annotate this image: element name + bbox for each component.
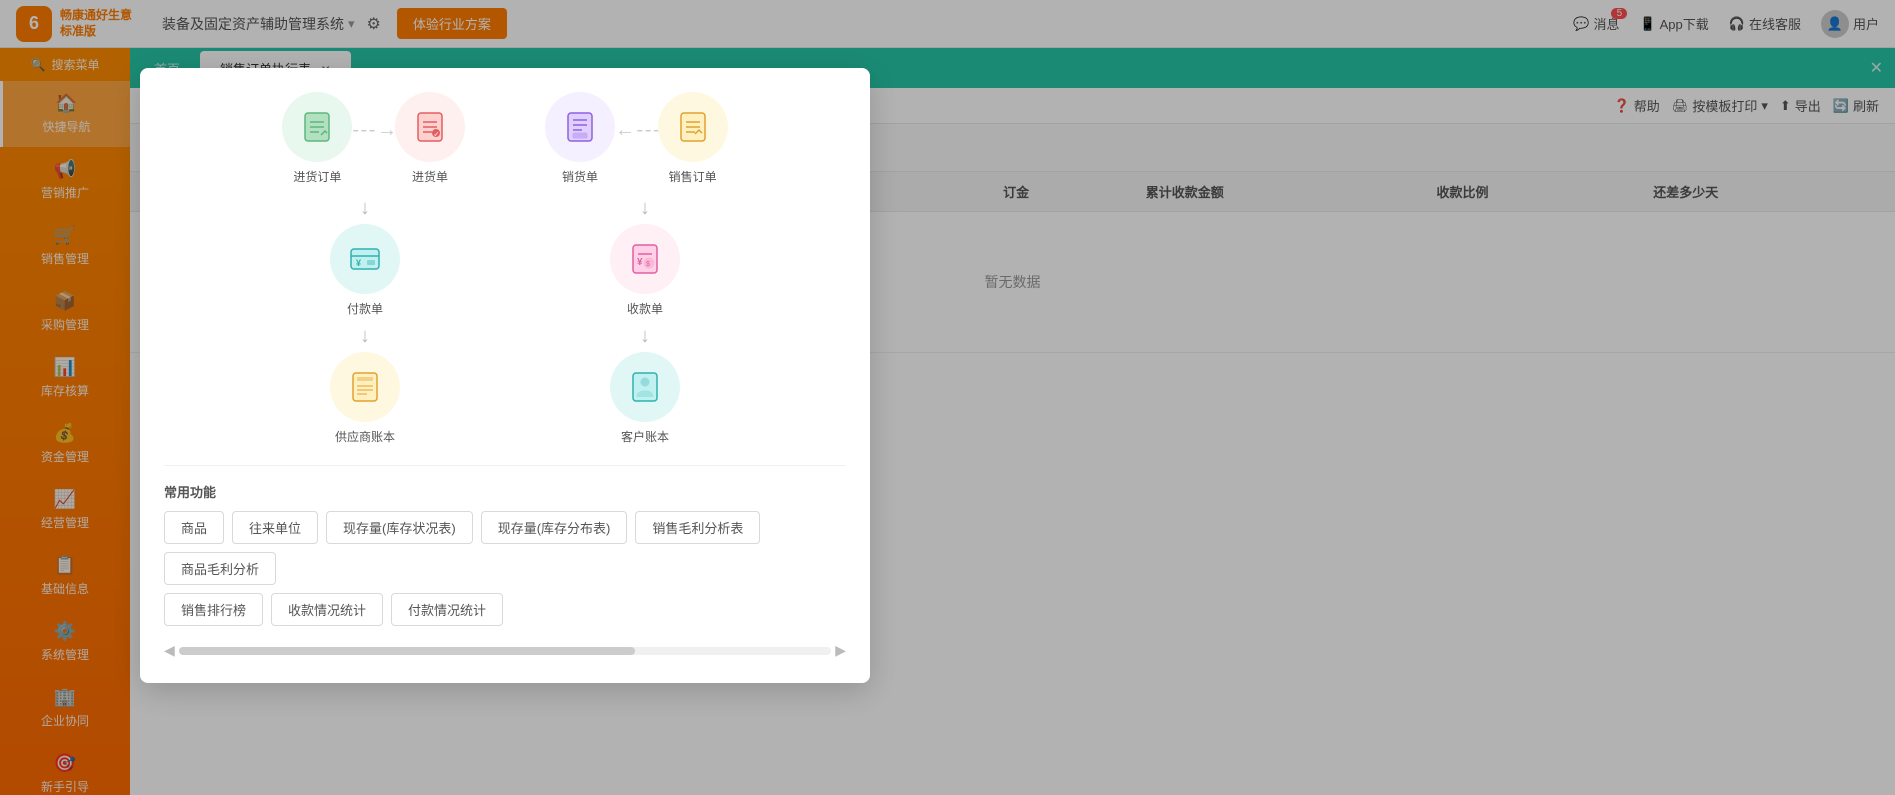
flow-top-row: 进货订单 - - - → ✓ 进货单 bbox=[164, 92, 846, 189]
func-btn-receipt-stats[interactable]: 收款情况统计 bbox=[271, 593, 383, 626]
modal-scrollbar[interactable]: ◀ ▶ bbox=[164, 642, 846, 659]
sales-order-label: 销售订单 bbox=[669, 168, 717, 185]
func-section: 常用功能 商品 往来单位 现存量(库存状况表) 现存量(库存分布表) 销售毛利分… bbox=[164, 465, 846, 626]
func-btn-goods-gross[interactable]: 商品毛利分析 bbox=[164, 552, 276, 585]
flow-node-payment-bill[interactable]: ¥ 付款单 bbox=[330, 224, 400, 317]
func-btn-stock-dist[interactable]: 现存量(库存分布表) bbox=[481, 511, 628, 544]
func-btn-payment-stats[interactable]: 付款情况统计 bbox=[391, 593, 503, 626]
flow-node-purchase-order[interactable]: 进货订单 bbox=[282, 92, 352, 185]
flow-node-receipt-bill[interactable]: ¥ $ 收款单 bbox=[610, 224, 680, 317]
receipt-bill-label: 收款单 bbox=[627, 300, 663, 317]
supplier-account-label: 供应商账本 bbox=[335, 428, 395, 445]
flow-node-sales-bill[interactable]: 销货单 bbox=[545, 92, 615, 185]
customer-account-label: 客户账本 bbox=[621, 428, 669, 445]
sales-bill-label: 销货单 bbox=[562, 168, 598, 185]
func-section-title: 常用功能 bbox=[164, 482, 846, 501]
purchase-order-label: 进货订单 bbox=[293, 168, 341, 185]
svg-text:✓: ✓ bbox=[434, 132, 440, 139]
svg-text:¥: ¥ bbox=[356, 258, 361, 268]
func-btn-stock-status[interactable]: 现存量(库存状况表) bbox=[326, 511, 473, 544]
func-btn-partner[interactable]: 往来单位 bbox=[232, 511, 318, 544]
flow-node-sales-order[interactable]: 销售订单 bbox=[658, 92, 728, 185]
func-btn-sales-rank[interactable]: 销售排行榜 bbox=[164, 593, 263, 626]
flow-node-purchase-bill[interactable]: ✓ 进货单 bbox=[395, 92, 465, 185]
func-buttons-row1: 商品 往来单位 现存量(库存状况表) 现存量(库存分布表) 销售毛利分析表 商品… bbox=[164, 511, 846, 585]
purchase-bill-label: 进货单 bbox=[412, 168, 448, 185]
flow-node-supplier-account[interactable]: 供应商账本 bbox=[330, 352, 400, 445]
payment-bill-label: 付款单 bbox=[347, 300, 383, 317]
scrollbar-thumb[interactable] bbox=[179, 647, 636, 655]
flow-bottom-row: 供应商账本 客户账本 bbox=[164, 352, 846, 449]
purchase-order-icon bbox=[282, 92, 352, 162]
flow-modal: 进货订单 - - - → ✓ 进货单 bbox=[140, 68, 870, 683]
func-btn-sales-gross[interactable]: 销售毛利分析表 bbox=[635, 511, 760, 544]
func-buttons-row2: 销售排行榜 收款情况统计 付款情况统计 bbox=[164, 593, 846, 626]
flow-middle-row: ¥ 付款单 ¥ $ bbox=[164, 224, 846, 321]
modal-overlay[interactable]: 进货订单 - - - → ✓ 进货单 bbox=[0, 0, 1895, 795]
svg-text:$: $ bbox=[646, 261, 650, 268]
svg-text:¥: ¥ bbox=[637, 257, 643, 268]
func-btn-goods[interactable]: 商品 bbox=[164, 511, 224, 544]
flow-node-customer-account[interactable]: 客户账本 bbox=[610, 352, 680, 445]
